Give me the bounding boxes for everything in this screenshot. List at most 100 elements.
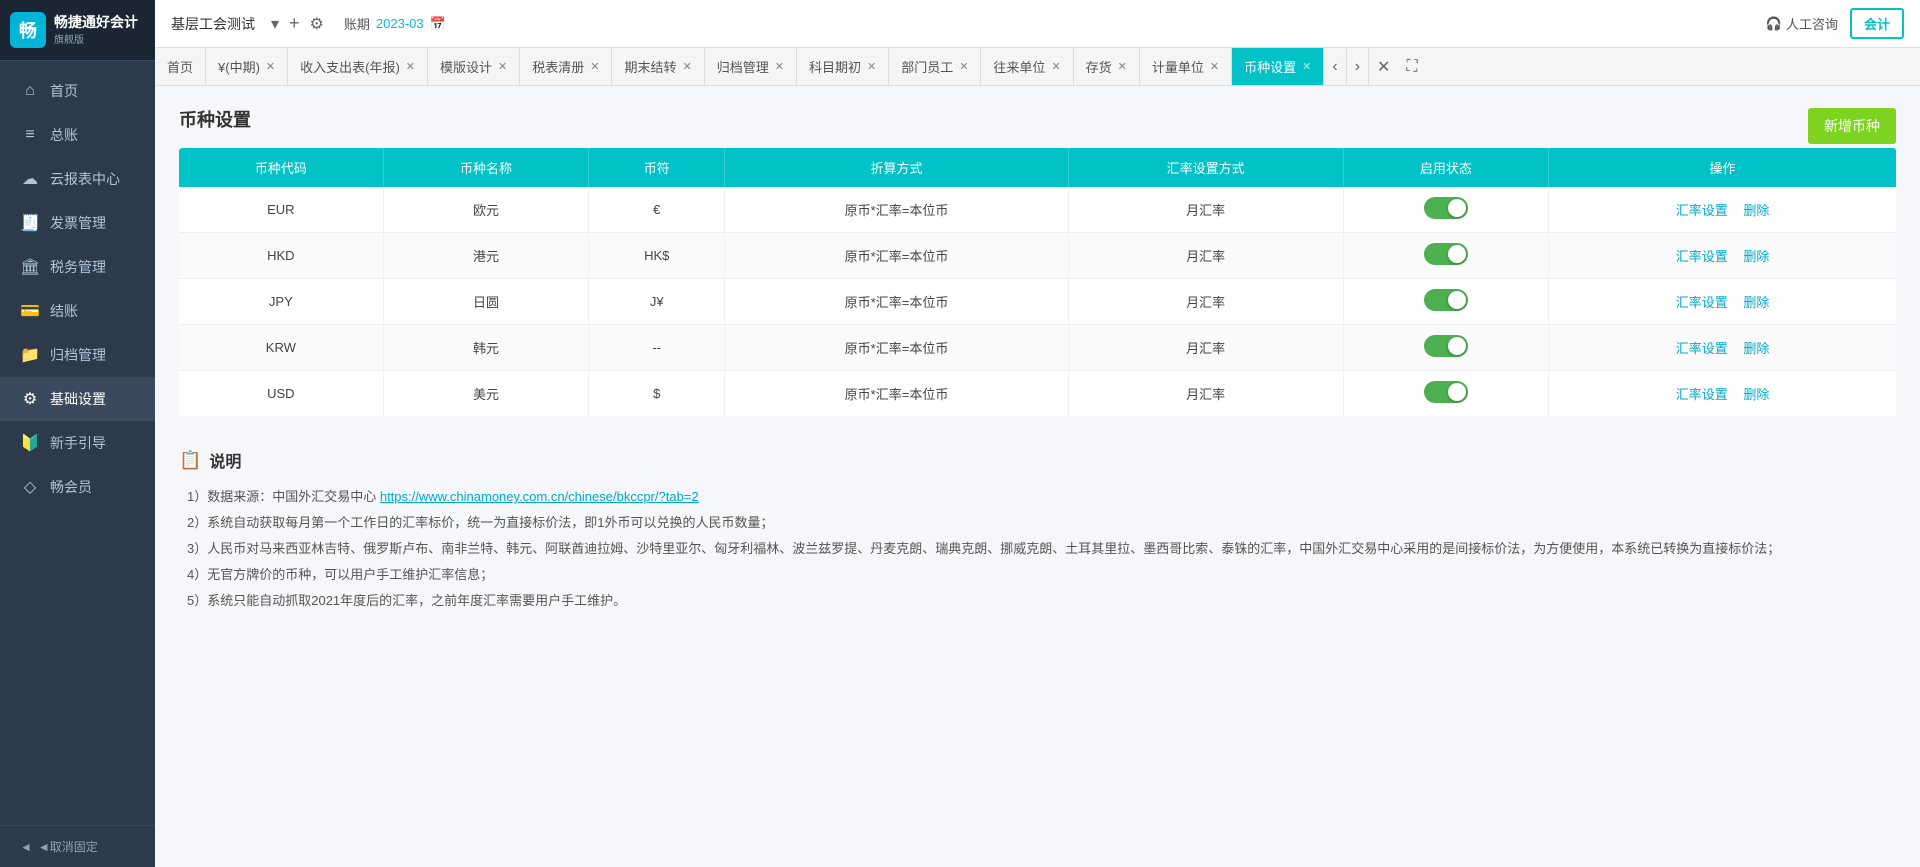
col-header-status: 启用状态 [1343,148,1549,187]
sidebar-item-reports[interactable]: ☁ 云报表中心 [0,157,155,201]
sidebar-item-tax[interactable]: 🏛 税务管理 [0,245,155,289]
sidebar-item-label: 总账 [50,125,78,145]
col-header-actions: 操作 [1549,148,1896,187]
table-row: HKD 港元 HK$ 原币*汇率=本位币 月汇率 汇率设置 删除 [179,233,1896,279]
status-toggle[interactable] [1424,289,1468,311]
cell-status [1343,187,1549,233]
tab-unit[interactable]: 计量单位 ✕ [1140,48,1232,85]
note-item-2: 2）系统自动获取每月第一个工作日的汇率标价，统一为直接标价法，即1外币可以兑换的… [187,510,1896,536]
sidebar-item-archive[interactable]: 📁 归档管理 [0,333,155,377]
guide-icon: 🔰 [20,433,40,453]
sidebar-item-ledger[interactable]: ≡ 总账 [0,113,155,157]
sidebar-item-label: 新手引导 [50,433,106,453]
sidebar-item-label: 税务管理 [50,257,106,277]
tab-label: 模版设计 [440,57,492,76]
new-currency-button[interactable]: 新增币种 [1808,108,1896,144]
account-button[interactable]: 会计 [1850,8,1904,39]
tab-period-end[interactable]: 期末结转 ✕ [612,48,704,85]
tab-tax[interactable]: 税表清册 ✕ [520,48,612,85]
cell-actions: 汇率设置 删除 [1549,371,1896,417]
close-icon[interactable]: ✕ [266,60,275,73]
close-icon[interactable]: ✕ [959,60,968,73]
cell-name: 港元 [383,233,589,279]
delete-link[interactable]: 删除 [1743,203,1769,218]
cell-name: 日圆 [383,279,589,325]
table-row: EUR 欧元 € 原币*汇率=本位币 月汇率 汇率设置 删除 [179,187,1896,233]
sidebar-item-guide[interactable]: 🔰 新手引导 [0,421,155,465]
close-icon[interactable]: ✕ [406,60,415,73]
sidebar-item-invoice[interactable]: 🧾 发票管理 [0,201,155,245]
tab-archive[interactable]: 归档管理 ✕ [705,48,797,85]
sidebar-item-label: 结账 [50,301,78,321]
close-icon[interactable]: ✕ [1302,60,1311,73]
table-row: KRW 韩元 -- 原币*汇率=本位币 月汇率 汇率设置 删除 [179,325,1896,371]
delete-link[interactable]: 删除 [1743,249,1769,264]
sidebar-item-home[interactable]: ⌂ 首页 [0,69,155,113]
close-icon[interactable]: ✕ [867,60,876,73]
close-icon[interactable]: ✕ [1118,60,1127,73]
sidebar-footer[interactable]: ◄ ◄取消固定 [0,825,155,867]
close-icon[interactable]: ✕ [1051,60,1060,73]
delete-link[interactable]: 删除 [1743,387,1769,402]
sidebar-item-settings[interactable]: ⚙ 基础设置 [0,377,155,421]
tab-next-button[interactable]: › [1347,48,1369,85]
cell-actions: 汇率设置 删除 [1549,279,1896,325]
close-icon[interactable]: ✕ [775,60,784,73]
pin-icon: ◄ [20,840,32,854]
note-item-5: 5）系统只能自动抓取2021年度后的汇率，之前年度汇率需要用户手工维护。 [187,588,1896,614]
rate-setting-link[interactable]: 汇率设置 [1676,295,1728,310]
rate-setting-link[interactable]: 汇率设置 [1676,249,1728,264]
cell-symbol: -- [589,325,725,371]
status-toggle[interactable] [1424,197,1468,219]
tab-balance[interactable]: ¥(中期) ✕ [206,48,288,85]
sidebar-item-label: 归档管理 [50,345,106,365]
tab-currency[interactable]: 币种设置 ✕ [1232,48,1324,85]
rate-setting-link[interactable]: 汇率设置 [1676,203,1728,218]
cell-status [1343,325,1549,371]
sidebar-nav: ⌂ 首页 ≡ 总账 ☁ 云报表中心 🧾 发票管理 🏛 税务管理 💳 结账 📁 归… [0,61,155,825]
tab-prev-button[interactable]: ‹ [1324,48,1346,85]
cell-status [1343,371,1549,417]
cell-code: JPY [179,279,383,325]
tab-dept[interactable]: 部门员工 ✕ [889,48,981,85]
sidebar-title: 畅捷通好会计 [54,14,138,31]
rate-setting-link[interactable]: 汇率设置 [1676,387,1728,402]
rate-setting-link[interactable]: 汇率设置 [1676,341,1728,356]
dropdown-icon[interactable]: ▾ [271,14,279,34]
close-icon[interactable]: ✕ [683,60,692,73]
status-toggle[interactable] [1424,381,1468,403]
tab-home[interactable]: 首页 [155,48,206,85]
tab-contacts[interactable]: 往来单位 ✕ [981,48,1073,85]
status-toggle[interactable] [1424,335,1468,357]
tab-expand-button[interactable]: ⛶ [1398,48,1425,85]
table-row: USD 美元 $ 原币*汇率=本位币 月汇率 汇率设置 删除 [179,371,1896,417]
ledger-icon: ≡ [20,126,40,144]
tab-inventory[interactable]: 存货 ✕ [1074,48,1140,85]
add-icon[interactable]: + [289,13,300,34]
cell-actions: 汇率设置 删除 [1549,325,1896,371]
tab-close-all-button[interactable]: ✕ [1369,48,1398,85]
home-icon: ⌂ [20,82,40,100]
cell-symbol: € [589,187,725,233]
tab-subjects[interactable]: 科目期初 ✕ [797,48,889,85]
cell-rate-type: 月汇率 [1068,325,1343,371]
note-item-4: 4）无官方牌价的币种，可以用户手工维护汇率信息； [187,562,1896,588]
tab-template[interactable]: 模版设计 ✕ [428,48,520,85]
consult-button[interactable]: 🎧 人工咨询 [1766,14,1838,33]
workspace-name: 基层工会测试 [171,14,255,34]
close-icon[interactable]: ✕ [498,60,507,73]
sidebar-item-checkout[interactable]: 💳 结账 [0,289,155,333]
sidebar-item-member[interactable]: ◇ 畅会员 [0,465,155,509]
close-icon[interactable]: ✕ [590,60,599,73]
delete-link[interactable]: 删除 [1743,295,1769,310]
calendar-icon[interactable]: 📅 [430,16,446,32]
consult-label: 人工咨询 [1786,14,1838,33]
status-toggle[interactable] [1424,243,1468,265]
note-link[interactable]: https://www.chinamoney.com.cn/chinese/bk… [380,489,699,504]
tab-income[interactable]: 收入支出表(年报) ✕ [288,48,428,85]
tab-label: 收入支出表(年报) [300,57,400,76]
cell-code: HKD [179,233,383,279]
close-icon[interactable]: ✕ [1210,60,1219,73]
delete-link[interactable]: 删除 [1743,341,1769,356]
gear-icon[interactable]: ⚙ [310,14,324,34]
